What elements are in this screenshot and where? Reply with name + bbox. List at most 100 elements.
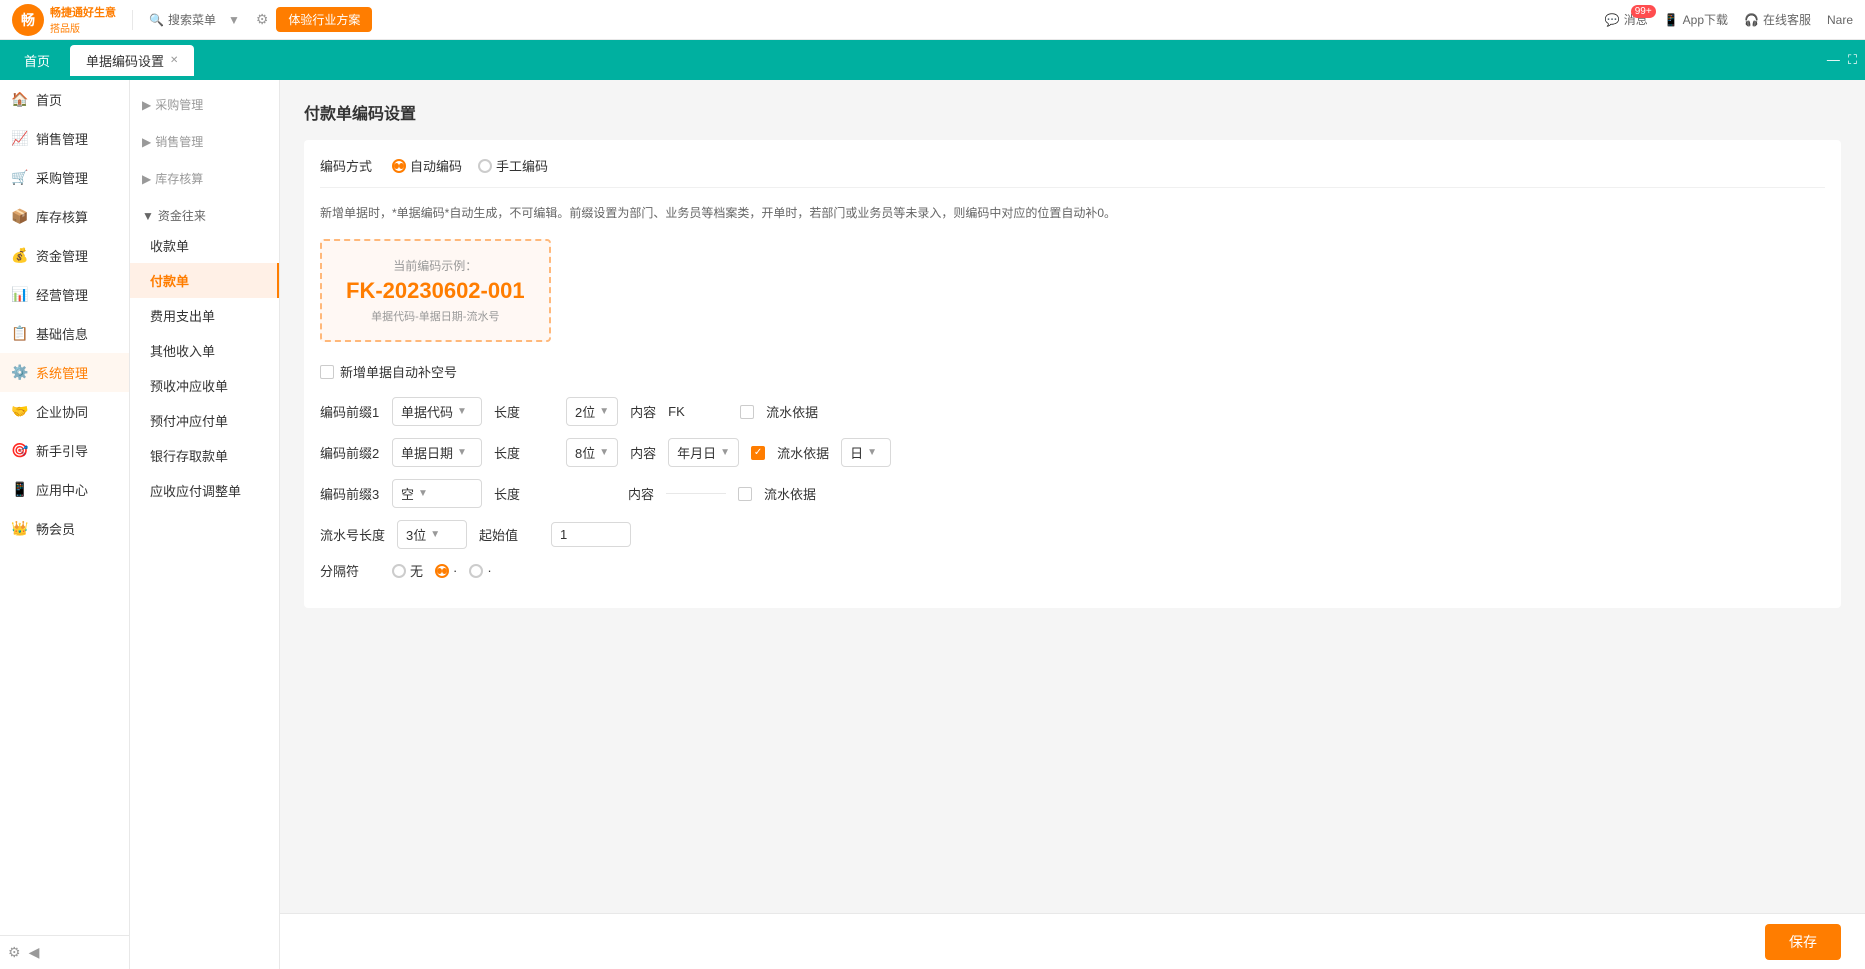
- prefix-row-3: 编码前缀3 空 ▼ 长度 ▼ 内容 流水依据: [320, 479, 1825, 508]
- radio-auto-encode[interactable]: 自动编码: [392, 156, 462, 175]
- tab-encoding-settings[interactable]: 单据编码设置 ✕: [70, 45, 194, 76]
- sidebar-label: 畅会员: [36, 519, 75, 538]
- sub-item-receipt[interactable]: 收款单: [130, 228, 279, 263]
- prefix2-label: 编码前缀2: [320, 443, 380, 462]
- sub-item-ap-adjust[interactable]: 应收应付调整单: [130, 473, 279, 508]
- sep-dot-radio[interactable]: ·: [435, 563, 457, 578]
- chevron-down-icon: ▼: [142, 209, 154, 223]
- sidebar-item-sales[interactable]: 📈 销售管理: [0, 119, 129, 158]
- sidebar-item-home[interactable]: 🏠 首页: [0, 80, 129, 119]
- prefix3-select-value: 空: [401, 484, 414, 503]
- sep-dash-dot: [469, 564, 483, 578]
- sep-none-dot: [392, 564, 406, 578]
- length2-chevron-icon: ▼: [599, 447, 609, 458]
- sidebar-item-member[interactable]: 👑 畅会员: [0, 509, 129, 548]
- auto-fill-checkbox[interactable]: [320, 365, 334, 379]
- prefix-row-1: 编码前缀1 单据代码 ▼ 长度 2位 ▼ 内容 FK 流水依据: [320, 397, 1825, 426]
- content2-select[interactable]: 年月日 ▼: [668, 438, 739, 467]
- settings-icon[interactable]: ⚙: [256, 11, 269, 28]
- serial-length-select[interactable]: 3位 ▼: [397, 520, 467, 549]
- guide-icon: 🎯: [12, 443, 28, 459]
- prefix1-select[interactable]: 单据代码 ▼: [392, 397, 482, 426]
- page-title: 付款单编码设置: [304, 100, 1841, 124]
- sidebar-item-basic-info[interactable]: 📋 基础信息: [0, 314, 129, 353]
- sep-none-radio[interactable]: 无: [392, 561, 423, 580]
- auto-label: 自动编码: [410, 156, 462, 175]
- sidebar-item-purchase[interactable]: 🛒 采购管理: [0, 158, 129, 197]
- save-button[interactable]: 保存: [1765, 924, 1841, 960]
- preview-box: 当前编码示例： FK-20230602-001 单据代码-单据日期-流水号: [320, 239, 551, 342]
- sub-group-label: 销售管理: [155, 133, 203, 150]
- chevron-right-icon: ▶: [142, 98, 151, 112]
- topbar: 畅 畅捷通好生意 搭品版 🔍 搜索菜单 ▼ ⚙ 体验行业方案 💬 消息 99+ …: [0, 0, 1865, 40]
- service-icon: 🎧: [1744, 13, 1759, 27]
- sidebar-settings-icon[interactable]: ⚙: [8, 944, 21, 961]
- tab-controls: — ⛶: [1827, 52, 1857, 68]
- sidebar-item-guide[interactable]: 🎯 新手引导: [0, 431, 129, 470]
- sep-none-label: 无: [410, 561, 423, 580]
- tab-close-icon[interactable]: ✕: [170, 55, 178, 66]
- sidebar-item-system[interactable]: ⚙️ 系统管理: [0, 353, 129, 392]
- serial-checkbox-3[interactable]: [738, 487, 752, 501]
- sidebar-collapse-icon[interactable]: ◀: [29, 944, 40, 961]
- tab-encoding-label: 单据编码设置: [86, 51, 164, 70]
- radio-manual-encode[interactable]: 手工编码: [478, 156, 548, 175]
- prefix3-select[interactable]: 空 ▼: [392, 479, 482, 508]
- try-industry-button[interactable]: 体验行业方案: [276, 7, 372, 32]
- length1-label: 长度: [494, 402, 554, 421]
- manual-label: 手工编码: [496, 156, 548, 175]
- sidebar-item-app-center[interactable]: 📱 应用中心: [0, 470, 129, 509]
- tab-home[interactable]: 首页: [8, 45, 66, 76]
- serial-checkbox-2[interactable]: ✓: [751, 446, 765, 460]
- service-label: 在线客服: [1763, 11, 1811, 28]
- sub-group-sales-title[interactable]: ▶ 销售管理: [130, 125, 279, 158]
- sidebar-item-finance[interactable]: 💰 资金管理: [0, 236, 129, 275]
- topbar-left: 畅 畅捷通好生意 搭品版 🔍 搜索菜单 ▼ ⚙ 体验行业方案: [12, 4, 372, 36]
- sub-item-expense[interactable]: 费用支出单: [130, 298, 279, 333]
- serial-checkbox-1[interactable]: [740, 405, 754, 419]
- sub-group-purchase-title[interactable]: ▶ 采购管理: [130, 88, 279, 121]
- sub-group-purchase: ▶ 采购管理: [130, 88, 279, 121]
- prefix-row-2: 编码前缀2 单据日期 ▼ 长度 8位 ▼ 内容 年月日 ▼ ✓: [320, 438, 1825, 467]
- purchase-icon: 🛒: [12, 170, 28, 186]
- brand-icon: 畅: [12, 4, 44, 36]
- sidebar-item-enterprise[interactable]: 🤝 企业协同: [0, 392, 129, 431]
- sidebar: 🏠 首页 📈 销售管理 🛒 采购管理 📦 库存核算 💰 资金管理 📊 经营管理 …: [0, 80, 130, 969]
- app-download-button[interactable]: 📱 App下载: [1664, 11, 1728, 28]
- length1-select[interactable]: 2位 ▼: [566, 397, 618, 426]
- sub-item-prepaid-pay[interactable]: 预付冲应付单: [130, 403, 279, 438]
- sep-dot-dot: [435, 564, 449, 578]
- sub-item-prepaid-recv[interactable]: 预收冲应收单: [130, 368, 279, 403]
- sub-item-bank-deposit[interactable]: 银行存取款单: [130, 438, 279, 473]
- start-value-input[interactable]: [551, 522, 631, 547]
- sidebar-item-operations[interactable]: 📊 经营管理: [0, 275, 129, 314]
- start-value-label: 起始值: [479, 525, 539, 544]
- home-icon: 🏠: [12, 92, 28, 108]
- sub-item-payment[interactable]: 付款单: [130, 263, 279, 298]
- sep-dash-label: ·: [487, 563, 491, 578]
- sub-group-sales: ▶ 销售管理: [130, 125, 279, 158]
- prefix2-chevron-icon: ▼: [457, 447, 467, 458]
- online-service-button[interactable]: 🎧 在线客服: [1744, 11, 1811, 28]
- sub-group-capital-title[interactable]: ▼ 资金往来: [130, 199, 279, 228]
- search-menu-button[interactable]: 🔍 搜索菜单: [149, 11, 216, 28]
- sub-item-other-income[interactable]: 其他收入单: [130, 333, 279, 368]
- setting-card: 编码方式 自动编码 手工编码 新增单据时，*单据编码*自动生成，不可编辑。前缀设…: [304, 140, 1841, 608]
- serial-length-row: 流水号长度 3位 ▼ 起始值: [320, 520, 1825, 549]
- nav-tabs: 首页 单据编码设置 ✕ — ⛶: [0, 40, 1865, 80]
- user-avatar[interactable]: Nare: [1827, 13, 1853, 27]
- serial-length-label: 流水号长度: [320, 525, 385, 544]
- prefix2-select[interactable]: 单据日期 ▼: [392, 438, 482, 467]
- sep-dash-radio[interactable]: ·: [469, 563, 491, 578]
- sales-icon: 📈: [12, 131, 28, 147]
- search-label: 搜索菜单: [168, 11, 216, 28]
- message-button[interactable]: 💬 消息 99+: [1605, 11, 1648, 28]
- length2-select[interactable]: 8位 ▼: [566, 438, 618, 467]
- day-select[interactable]: 日 ▼: [841, 438, 891, 467]
- main-layout: 🏠 首页 📈 销售管理 🛒 采购管理 📦 库存核算 💰 资金管理 📊 经营管理 …: [0, 80, 1865, 969]
- tab-expand-icon[interactable]: ⛶: [1848, 52, 1857, 68]
- radio-group-encode: 自动编码 手工编码: [392, 156, 548, 175]
- tab-minimize-icon[interactable]: —: [1827, 52, 1840, 68]
- sub-group-inventory-title[interactable]: ▶ 库存核算: [130, 162, 279, 195]
- sidebar-item-inventory[interactable]: 📦 库存核算: [0, 197, 129, 236]
